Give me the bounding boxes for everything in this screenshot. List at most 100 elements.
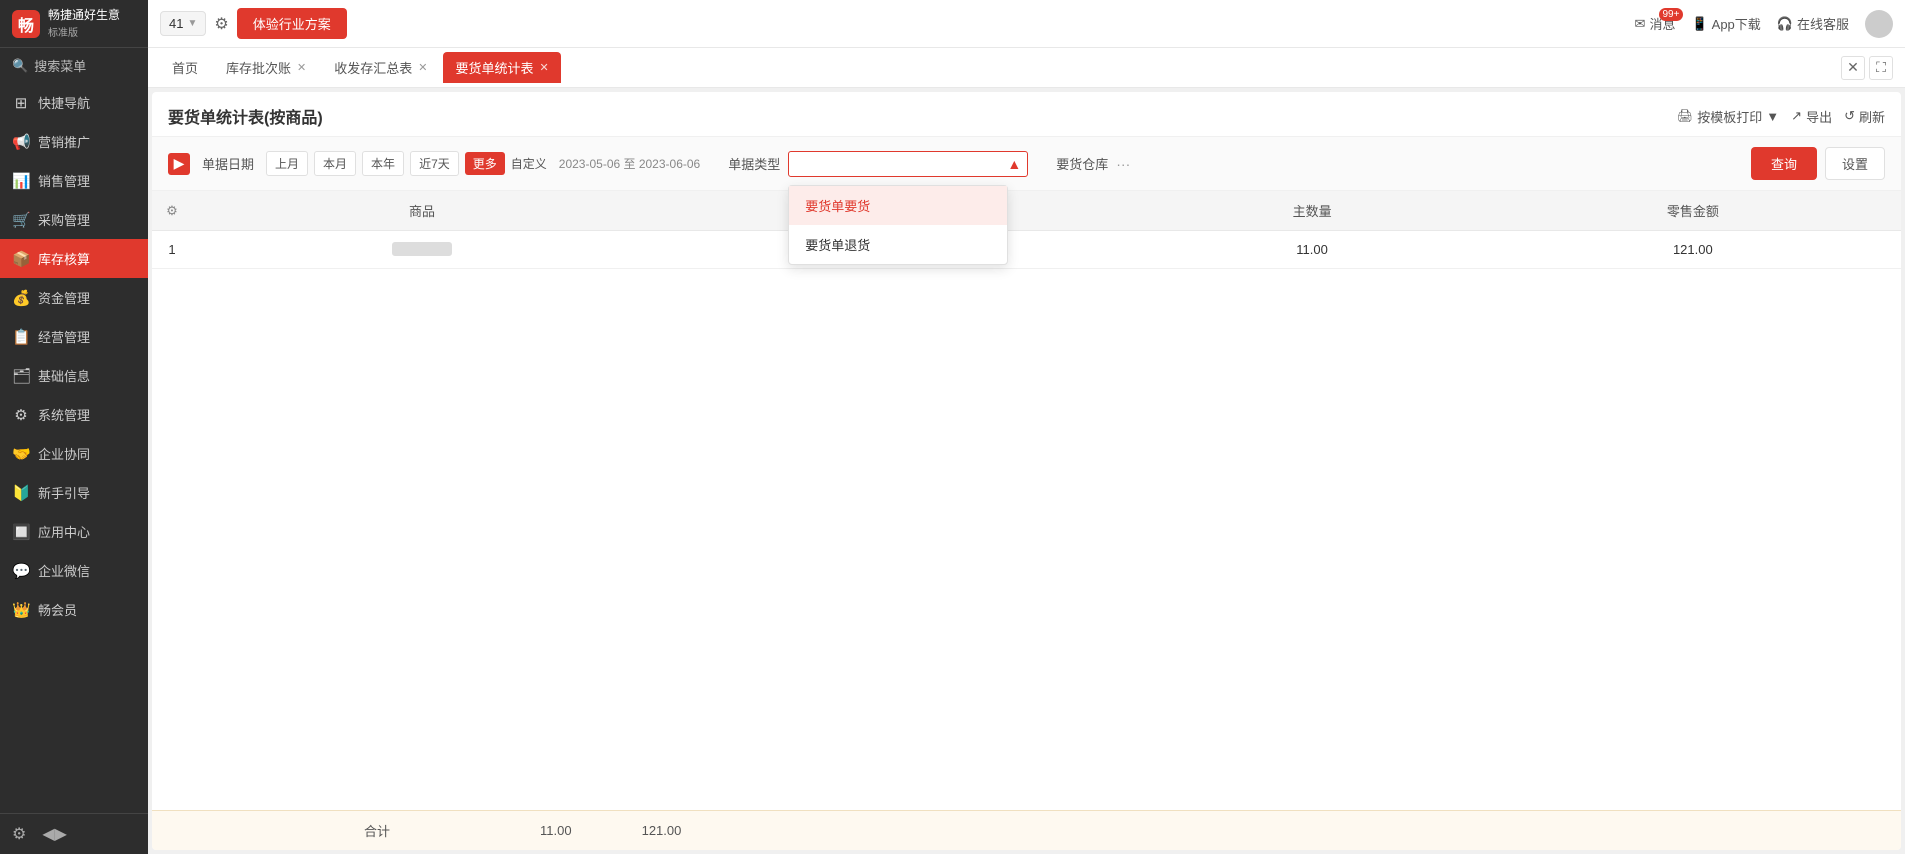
print-template-btn[interactable]: 🖨 按模板打印 ▼: [1677, 107, 1779, 126]
table-footer: 合计 11.00 121.00: [152, 810, 1901, 850]
sidebar-item-marketing[interactable]: 📢 营销推广: [0, 122, 148, 161]
date-btn-more[interactable]: 更多: [465, 152, 505, 175]
sidebar-item-purchase[interactable]: 🛒 采购管理: [0, 200, 148, 239]
goods-blurred: [392, 242, 452, 256]
member-icon: 👑: [12, 601, 30, 619]
service-icon: 🎧: [1777, 16, 1793, 32]
message-badge: 99+: [1659, 8, 1684, 21]
date-btn-this-year[interactable]: 本年: [362, 151, 404, 176]
type-input-wrap: ▲: [788, 151, 1028, 177]
type-dropdown: 要货单要货 要货单退货: [788, 185, 1008, 265]
sidebar-item-business[interactable]: 📋 经营管理: [0, 317, 148, 356]
tab-expand-btn[interactable]: ⛶: [1869, 56, 1893, 80]
filter-type-section: 单据类型 ▲ 要货单要货 要货单退货: [728, 151, 1028, 177]
basic-info-label: 基础信息: [38, 366, 90, 385]
filter-date-btns: 上月 本月 本年 近7天 更多 自定义: [266, 151, 547, 176]
filter-warehouse-section: 要货仓库 ···: [1056, 154, 1130, 173]
sidebar-item-basic-info[interactable]: 🗂 基础信息: [0, 356, 148, 395]
finance-icon: 💰: [12, 289, 30, 307]
type-dropdown-arrow[interactable]: ▲: [1001, 152, 1027, 176]
date-btn-last-month[interactable]: 上月: [266, 151, 308, 176]
tab-order-stats[interactable]: 要货单统计表 ✕: [443, 52, 560, 83]
store-name: 41: [169, 16, 183, 31]
warehouse-more-icon[interactable]: ···: [1116, 156, 1130, 172]
dropdown-item-order-req[interactable]: 要货单要货: [789, 186, 1007, 225]
sidebar-item-enterprise[interactable]: 🤝 企业协同: [0, 434, 148, 473]
tab-receivable-summary[interactable]: 收发存汇总表 ✕: [322, 52, 439, 83]
col-header-amount: 零售金额: [1485, 191, 1901, 231]
filter-expand-btn[interactable]: ▶: [168, 153, 190, 175]
app-center-label: 应用中心: [38, 522, 90, 541]
type-input[interactable]: [789, 152, 1001, 175]
col-header-quantity: 主数量: [1140, 191, 1485, 231]
sidebar-item-system[interactable]: ⚙ 系统管理: [0, 395, 148, 434]
export-btn[interactable]: ↗ 导出: [1791, 107, 1832, 126]
trial-btn[interactable]: 体验行业方案: [237, 8, 347, 39]
sidebar-logo: 畅 畅捷通好生意 标准版: [0, 0, 148, 48]
settings-footer-icon[interactable]: ⚙: [12, 824, 26, 844]
tab-inventory-batch[interactable]: 库存批次账 ✕: [214, 52, 318, 83]
table-container: ⚙ 商品 主计量单位 主数量 零售金额: [152, 191, 1901, 810]
warehouse-label: 要货仓库: [1056, 154, 1108, 173]
date-btn-custom[interactable]: 自定义: [511, 155, 547, 172]
guide-icon: 🔰: [12, 484, 30, 502]
cell-no: 1: [152, 231, 192, 269]
sidebar-item-finance[interactable]: 💰 资金管理: [0, 278, 148, 317]
page-title: 要货单统计表(按商品): [168, 104, 323, 128]
sidebar-item-weixin[interactable]: 💬 企业微信: [0, 551, 148, 590]
date-btn-last-7-days[interactable]: 近7天: [410, 151, 459, 176]
settings-btn[interactable]: 设置: [1825, 147, 1885, 180]
sidebar-search[interactable]: 🔍 搜索菜单: [0, 48, 148, 83]
date-btn-this-month[interactable]: 本月: [314, 151, 356, 176]
topbar-gear-icon[interactable]: ⚙: [214, 14, 228, 34]
tab-close-inventory-batch[interactable]: ✕: [297, 61, 306, 74]
sidebar-item-member[interactable]: 👑 畅会员: [0, 590, 148, 629]
page-header: 要货单统计表(按商品) 🖨 按模板打印 ▼ ↗ 导出 ↺ 刷新: [152, 92, 1901, 137]
dropdown-item-order-ret[interactable]: 要货单退货: [789, 225, 1007, 264]
print-arrow: ▼: [1766, 109, 1779, 124]
enterprise-label: 企业协同: [38, 444, 90, 463]
topbar-right: ✉ 消息 99+ 📱 App下载 🎧 在线客服: [1635, 10, 1893, 38]
collapse-footer-icon[interactable]: ◀▶: [42, 824, 67, 844]
business-label: 经营管理: [38, 327, 90, 346]
sidebar-item-guide[interactable]: 🔰 新手引导: [0, 473, 148, 512]
content-area: 要货单统计表(按商品) 🖨 按模板打印 ▼ ↗ 导出 ↺ 刷新 ▶: [152, 92, 1901, 850]
col-header-goods: 商品: [192, 191, 652, 231]
sidebar-item-sales[interactable]: 📊 销售管理: [0, 161, 148, 200]
weixin-label: 企业微信: [38, 561, 90, 580]
tab-close-all-btn[interactable]: ✕: [1841, 56, 1865, 80]
export-icon: ↗: [1791, 108, 1802, 124]
query-btn[interactable]: 查询: [1751, 147, 1817, 180]
tabbar-actions: ✕ ⛶: [1841, 56, 1893, 80]
online-service-btn[interactable]: 🎧 在线客服: [1777, 14, 1849, 33]
tab-close-order-stats[interactable]: ✕: [540, 61, 549, 74]
guide-label: 新手引导: [38, 483, 90, 502]
filter-bar: ▶ 单据日期 上月 本月 本年 近7天 更多 自定义 2023-05-06 至 …: [152, 137, 1901, 191]
col-settings-icon[interactable]: ⚙: [166, 203, 178, 218]
sales-icon: 📊: [12, 172, 30, 190]
footer-amount: 121.00: [572, 823, 682, 838]
tabbar: 首页 库存批次账 ✕ 收发存汇总表 ✕ 要货单统计表 ✕ ✕ ⛶: [148, 48, 1905, 88]
system-icon: ⚙: [12, 406, 30, 424]
refresh-btn[interactable]: ↺ 刷新: [1844, 107, 1885, 126]
messages-btn[interactable]: ✉ 消息 99+: [1635, 14, 1676, 33]
store-selector[interactable]: 41 ▼: [160, 11, 206, 36]
quick-nav-label: 快捷导航: [38, 93, 90, 112]
user-avatar[interactable]: [1865, 10, 1893, 38]
marketing-icon: 📢: [12, 133, 30, 151]
date-range-display: 2023-05-06 至 2023-06-06: [559, 155, 700, 172]
sales-label: 销售管理: [38, 171, 90, 190]
sidebar-nav: ⊞ 快捷导航 📢 营销推广 📊 销售管理 🛒 采购管理 📦 库存核算 💰 资金管…: [0, 83, 148, 813]
sidebar-item-app-center[interactable]: 🔲 应用中心: [0, 512, 148, 551]
sidebar-item-inventory[interactable]: 📦 库存核算: [0, 239, 148, 278]
app-download-btn[interactable]: 📱 App下载: [1691, 14, 1760, 33]
sidebar-item-quick-nav[interactable]: ⊞ 快捷导航: [0, 83, 148, 122]
tab-home[interactable]: 首页: [160, 52, 210, 83]
member-label: 畅会员: [38, 600, 77, 619]
type-label: 单据类型: [728, 154, 780, 173]
tab-close-receivable-summary[interactable]: ✕: [418, 61, 427, 74]
page-header-actions: 🖨 按模板打印 ▼ ↗ 导出 ↺ 刷新: [1677, 107, 1885, 126]
sidebar: 畅 畅捷通好生意 标准版 🔍 搜索菜单 ⊞ 快捷导航 📢 营销推广 📊 销售管理…: [0, 0, 148, 854]
footer-quantity: 11.00: [390, 823, 572, 838]
cell-amount: 121.00: [1485, 231, 1901, 269]
